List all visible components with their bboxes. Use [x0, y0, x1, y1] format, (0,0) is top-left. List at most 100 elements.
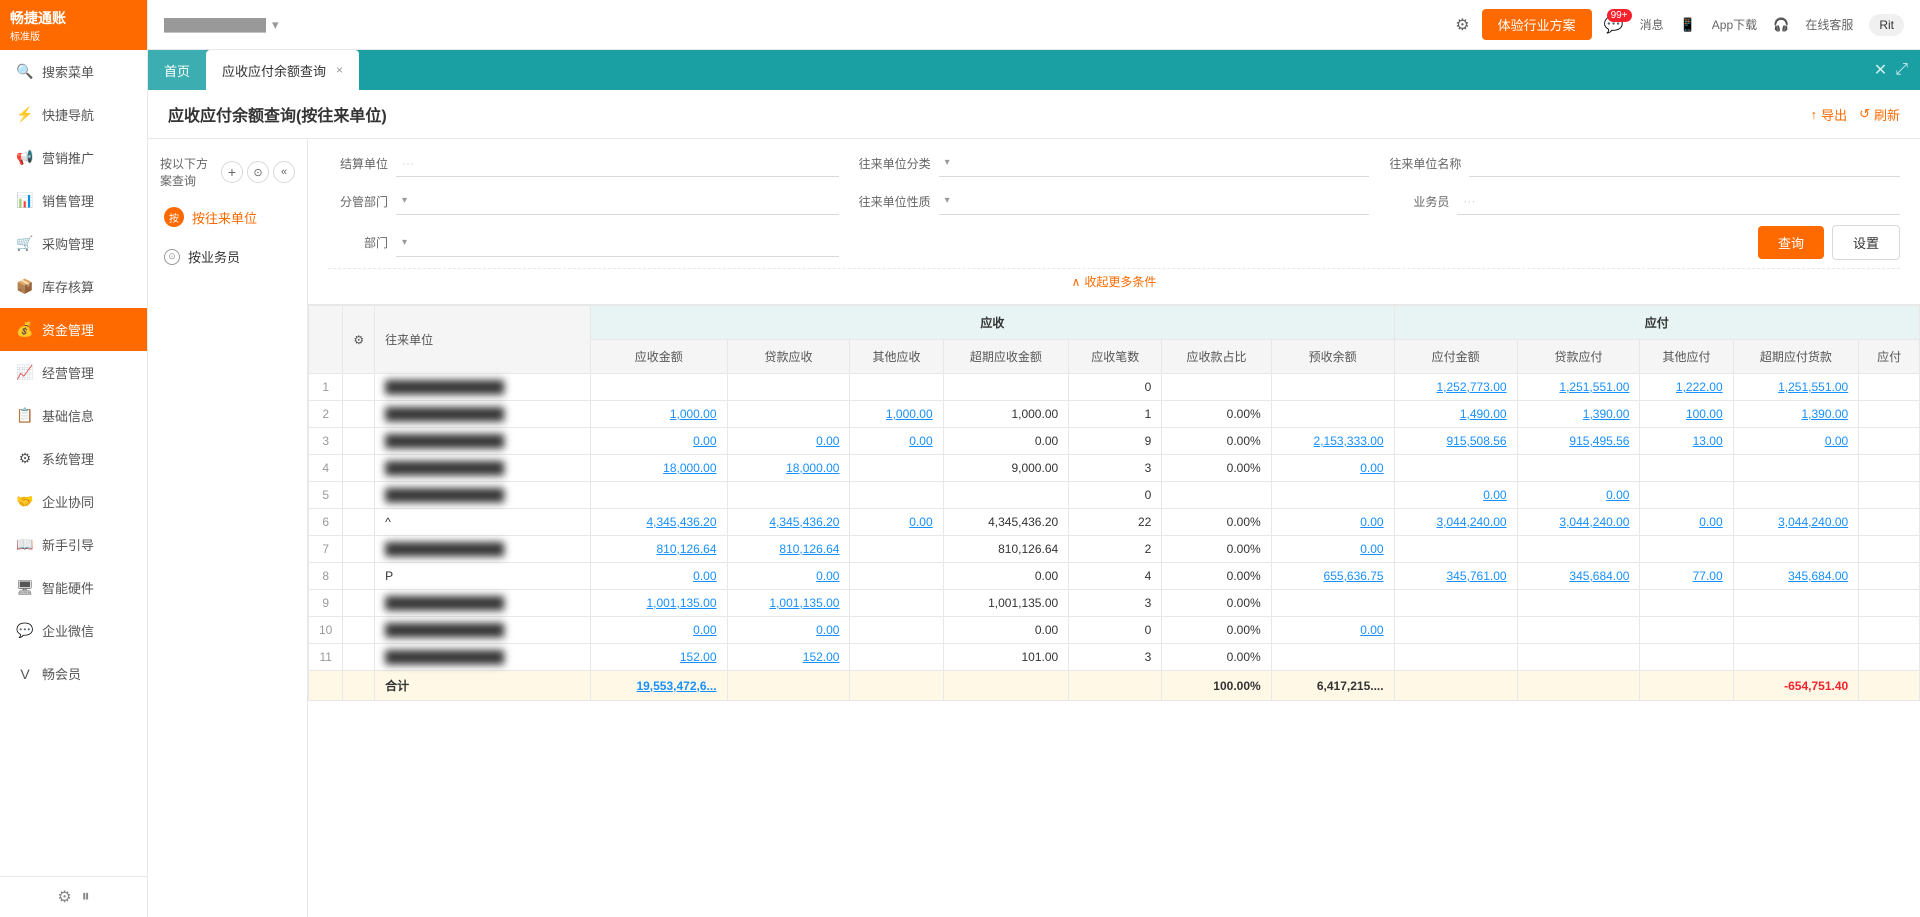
sidebar-item-3[interactable]: 📊销售管理	[0, 179, 147, 222]
online-service-label[interactable]: 在线客服	[1805, 16, 1853, 33]
user-label[interactable]: Rit	[1869, 14, 1904, 36]
department-input[interactable]: ▾	[396, 229, 839, 257]
tab-home[interactable]: 首页	[148, 50, 206, 90]
sidebar-item-11[interactable]: 📖新手引导	[0, 523, 147, 566]
cell-1-12[interactable]: 1,222.00	[1640, 374, 1733, 401]
partner-name-input[interactable]	[1469, 149, 1900, 177]
cell-3-10[interactable]: 915,508.56	[1394, 428, 1517, 455]
cell-2-13[interactable]: 1,390.00	[1733, 401, 1859, 428]
online-service-icon[interactable]: 🎧	[1773, 17, 1789, 33]
promo-button[interactable]: 体验行业方案	[1482, 9, 1592, 40]
cell-9-5	[850, 590, 943, 617]
cell-9-4[interactable]: 1,001,135.00	[727, 590, 850, 617]
cell-6-13[interactable]: 3,044,240.00	[1733, 509, 1859, 536]
close-window-icon[interactable]: ✕	[1874, 60, 1887, 80]
cell-6-3[interactable]: 4,345,436.20	[591, 509, 727, 536]
tab-receivable[interactable]: 应收应付余额查询 ×	[206, 50, 359, 90]
message-label[interactable]: 消息	[1640, 16, 1664, 33]
cell-11-3[interactable]: 152.00	[591, 644, 727, 671]
cell-8-9[interactable]: 655,636.75	[1271, 563, 1394, 590]
cell-10-3[interactable]: 0.00	[591, 617, 727, 644]
app-download-icon[interactable]: 📱	[1680, 17, 1696, 33]
cell-2-11[interactable]: 1,390.00	[1517, 401, 1640, 428]
cell-5-10[interactable]: 0.00	[1394, 482, 1517, 509]
partner-cat-input[interactable]: ▾	[939, 149, 1370, 177]
cell-6-11[interactable]: 3,044,240.00	[1517, 509, 1640, 536]
query-button[interactable]: 查询	[1758, 226, 1824, 259]
sidebar-item-9[interactable]: ⚙系统管理	[0, 437, 147, 480]
sidebar-item-7[interactable]: 📈经营管理	[0, 351, 147, 394]
cell-8-12[interactable]: 77.00	[1640, 563, 1733, 590]
cell-6-9[interactable]: 0.00	[1271, 509, 1394, 536]
cell-8-13[interactable]: 345,684.00	[1733, 563, 1859, 590]
cell-8-11[interactable]: 345,684.00	[1517, 563, 1640, 590]
total-ar-amount[interactable]: 19,553,472,6...	[591, 671, 727, 701]
cell-3-12[interactable]: 13.00	[1640, 428, 1733, 455]
sidebar-item-10[interactable]: 🤝企业协同	[0, 480, 147, 523]
sidebar-item-8[interactable]: 📋基础信息	[0, 394, 147, 437]
th-settings[interactable]: ⚙	[343, 306, 375, 374]
nav-item-salesperson[interactable]: ⊙ 按业务员	[148, 237, 307, 276]
cell-11-4[interactable]: 152.00	[727, 644, 850, 671]
sidebar-item-6[interactable]: 💰资金管理	[0, 308, 147, 351]
cell-2-3[interactable]: 1,000.00	[591, 401, 727, 428]
message-icon[interactable]: 💬 99+	[1604, 15, 1624, 35]
cell-2-10[interactable]: 1,490.00	[1394, 401, 1517, 428]
scheme-settings-button[interactable]: ⊙	[247, 161, 269, 183]
collapse-more-btn[interactable]: ∧ 收起更多条件	[328, 268, 1900, 294]
sidebar-item-14[interactable]: V畅会员	[0, 652, 147, 695]
collapse-icon[interactable]: ⏸	[82, 888, 90, 906]
cell-6-4[interactable]: 4,345,436.20	[727, 509, 850, 536]
tab-close-icon[interactable]: ×	[336, 63, 343, 77]
cell-10-4[interactable]: 0.00	[727, 617, 850, 644]
cell-1-13[interactable]: 1,251,551.00	[1733, 374, 1859, 401]
cell-4-4[interactable]: 18,000.00	[727, 455, 850, 482]
cell-4-3[interactable]: 18,000.00	[591, 455, 727, 482]
cell-3-4[interactable]: 0.00	[727, 428, 850, 455]
cell-6-10[interactable]: 3,044,240.00	[1394, 509, 1517, 536]
cell-6-5[interactable]: 0.00	[850, 509, 943, 536]
dept-input[interactable]: ▾	[396, 187, 839, 215]
cell-8-4[interactable]: 0.00	[727, 563, 850, 590]
settlement-input[interactable]: ···	[396, 149, 839, 177]
setting-button[interactable]: 设置	[1832, 225, 1900, 260]
sidebar-item-13[interactable]: 💬企业微信	[0, 609, 147, 652]
cell-1-10[interactable]: 1,252,773.00	[1394, 374, 1517, 401]
cell-8-10[interactable]: 345,761.00	[1394, 563, 1517, 590]
sidebar-item-1[interactable]: ⚡快捷导航	[0, 93, 147, 136]
partner-nature-input[interactable]: ▾	[939, 187, 1370, 215]
cell-9-3[interactable]: 1,001,135.00	[591, 590, 727, 617]
sidebar-item-2[interactable]: 📢营销推广	[0, 136, 147, 179]
cell-1-11[interactable]: 1,251,551.00	[1517, 374, 1640, 401]
cell-2-5[interactable]: 1,000.00	[850, 401, 943, 428]
cell-3-9[interactable]: 2,153,333.00	[1271, 428, 1394, 455]
cell-3-13[interactable]: 0.00	[1733, 428, 1859, 455]
cell-10-9[interactable]: 0.00	[1271, 617, 1394, 644]
cell-3-5[interactable]: 0.00	[850, 428, 943, 455]
sidebar-item-4[interactable]: 🛒采购管理	[0, 222, 147, 265]
cell-3-11[interactable]: 915,495.56	[1517, 428, 1640, 455]
scheme-collapse-button[interactable]: «	[273, 161, 295, 183]
expand-icon[interactable]: ⤢	[1895, 61, 1908, 79]
sidebar-item-12[interactable]: 🖥智能硬件	[0, 566, 147, 609]
salesperson-input[interactable]: ···	[1457, 187, 1900, 215]
cell-7-4[interactable]: 810,126.64	[727, 536, 850, 563]
cell-3-3[interactable]: 0.00	[591, 428, 727, 455]
sidebar-item-0[interactable]: 🔍搜索菜单	[0, 50, 147, 93]
cell-7-9[interactable]: 0.00	[1271, 536, 1394, 563]
export-button[interactable]: ↑ 导出	[1811, 105, 1848, 124]
gear-icon[interactable]: ⚙	[1455, 15, 1469, 35]
cell-7-3[interactable]: 810,126.64	[591, 536, 727, 563]
refresh-button[interactable]: ↺ 刷新	[1859, 105, 1900, 124]
cell-4-14	[1859, 455, 1920, 482]
cell-6-12[interactable]: 0.00	[1640, 509, 1733, 536]
sidebar-item-5[interactable]: 📦库存核算	[0, 265, 147, 308]
add-scheme-button[interactable]: +	[221, 161, 243, 183]
cell-2-12[interactable]: 100.00	[1640, 401, 1733, 428]
nav-item-partner[interactable]: 按 按往来单位	[148, 197, 307, 237]
settings-icon[interactable]: ⚙	[57, 887, 71, 907]
cell-8-3[interactable]: 0.00	[591, 563, 727, 590]
app-download-label[interactable]: App下载	[1712, 16, 1757, 33]
cell-5-11[interactable]: 0.00	[1517, 482, 1640, 509]
cell-4-9[interactable]: 0.00	[1271, 455, 1394, 482]
